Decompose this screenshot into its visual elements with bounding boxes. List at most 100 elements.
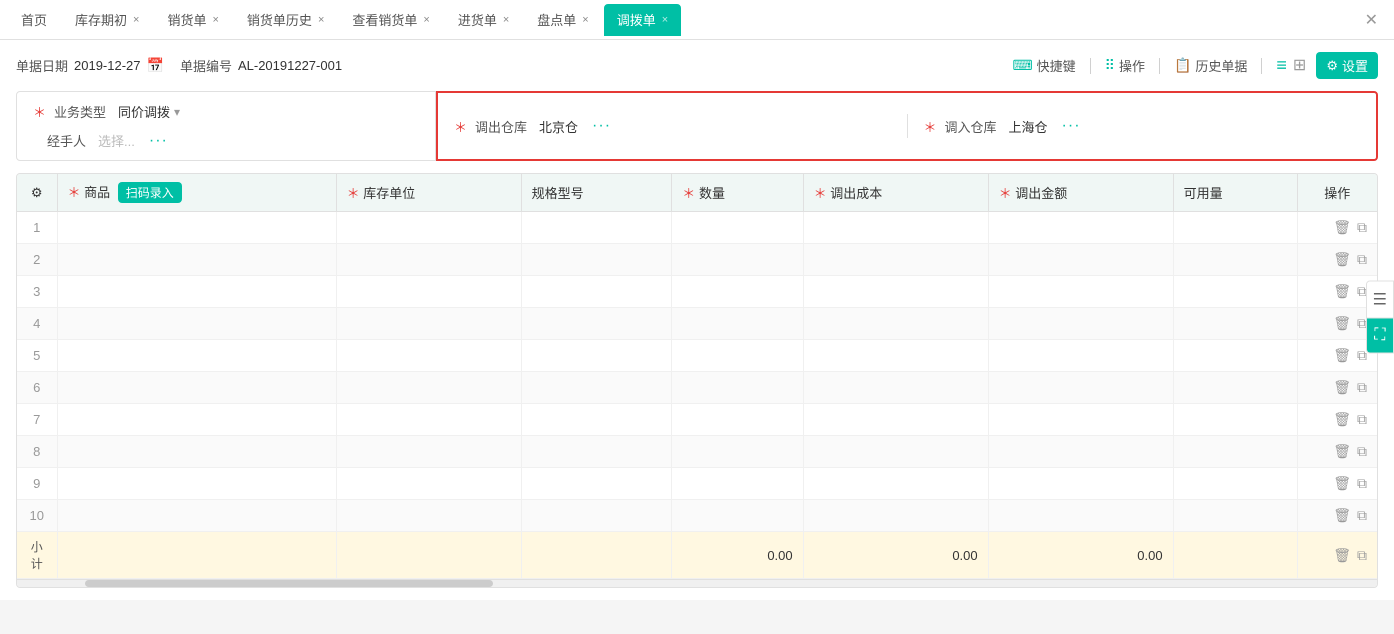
cell-cost[interactable] xyxy=(803,212,988,244)
row-copy-icon[interactable]: ⧉ xyxy=(1357,475,1367,492)
settings-button[interactable]: ⚙ 设置 xyxy=(1316,52,1378,79)
cell-available[interactable] xyxy=(1173,340,1297,372)
shortcuts-action[interactable]: ⌨ 快捷键 xyxy=(1012,56,1075,75)
cell-available[interactable] xyxy=(1173,436,1297,468)
close-tab-sales-history[interactable]: × xyxy=(318,14,324,26)
cell-spec[interactable] xyxy=(521,276,672,308)
cell-quantity[interactable] xyxy=(672,276,803,308)
cell-amount[interactable] xyxy=(988,500,1173,532)
cell-available[interactable] xyxy=(1173,244,1297,276)
cell-product[interactable] xyxy=(57,276,336,308)
cell-product[interactable] xyxy=(57,308,336,340)
cell-quantity[interactable] xyxy=(672,436,803,468)
cell-spec[interactable] xyxy=(521,372,672,404)
cell-product[interactable] xyxy=(57,244,336,276)
tab-view-sales[interactable]: 查看销货单 × xyxy=(339,4,442,36)
row-delete-icon[interactable]: 🗑 xyxy=(1333,379,1351,396)
tab-sales-history[interactable]: 销货单历史 × xyxy=(234,4,337,36)
row-copy-icon[interactable]: ⧉ xyxy=(1357,219,1367,236)
cell-quantity[interactable] xyxy=(672,468,803,500)
tab-sales-order[interactable]: 销货单 × xyxy=(154,4,231,36)
cell-amount[interactable] xyxy=(988,308,1173,340)
cell-product[interactable] xyxy=(57,404,336,436)
cell-product[interactable] xyxy=(57,372,336,404)
person-more-icon[interactable]: ··· xyxy=(149,132,168,150)
cell-unit[interactable] xyxy=(336,244,521,276)
row-delete-icon[interactable]: 🗑 xyxy=(1333,475,1351,492)
cell-cost[interactable] xyxy=(803,276,988,308)
cell-spec[interactable] xyxy=(521,308,672,340)
close-window-icon[interactable]: ✕ xyxy=(1357,6,1386,34)
row-delete-icon[interactable]: 🗑 xyxy=(1333,283,1351,300)
close-tab-purchase[interactable]: × xyxy=(503,14,509,26)
list-view-icon[interactable]: ≡ xyxy=(1276,55,1287,76)
cell-amount[interactable] xyxy=(988,276,1173,308)
cell-cost[interactable] xyxy=(803,436,988,468)
row-copy-icon[interactable]: ⧉ xyxy=(1357,547,1367,564)
cell-cost[interactable] xyxy=(803,340,988,372)
cell-product[interactable] xyxy=(57,340,336,372)
close-tab-stocktake[interactable]: × xyxy=(582,14,588,26)
cell-unit[interactable] xyxy=(336,436,521,468)
operations-action[interactable]: ⠿ 操作 xyxy=(1105,56,1145,75)
scan-button[interactable]: 扫码录入 xyxy=(118,182,182,203)
close-tab-transfer[interactable]: × xyxy=(662,14,668,26)
row-copy-icon[interactable]: ⧉ xyxy=(1357,443,1367,460)
cell-amount[interactable] xyxy=(988,372,1173,404)
cell-cost[interactable] xyxy=(803,308,988,340)
cell-quantity[interactable] xyxy=(672,500,803,532)
cell-unit[interactable] xyxy=(336,276,521,308)
cell-available[interactable] xyxy=(1173,404,1297,436)
cell-amount[interactable] xyxy=(988,436,1173,468)
row-copy-icon[interactable]: ⧉ xyxy=(1357,507,1367,524)
row-delete-icon[interactable]: 🗑 xyxy=(1333,251,1351,268)
business-type-select[interactable]: 同价调拨 ▾ xyxy=(112,102,180,121)
cell-spec[interactable] xyxy=(521,212,672,244)
sidebar-expand-btn[interactable]: ⛶ xyxy=(1367,319,1393,353)
cell-spec[interactable] xyxy=(521,500,672,532)
cell-spec[interactable] xyxy=(521,468,672,500)
row-delete-icon[interactable]: 🗑 xyxy=(1333,315,1351,332)
tab-transfer[interactable]: 调拨单 × xyxy=(604,4,681,36)
cell-unit[interactable] xyxy=(336,500,521,532)
tab-home[interactable]: 首页 xyxy=(8,4,60,36)
row-copy-icon[interactable]: ⧉ xyxy=(1357,251,1367,268)
cell-product[interactable] xyxy=(57,436,336,468)
history-action[interactable]: 📋 历史单据 xyxy=(1174,56,1247,75)
cell-available[interactable] xyxy=(1173,372,1297,404)
row-delete-icon[interactable]: 🗑 xyxy=(1333,507,1351,524)
close-tab-sales-order[interactable]: × xyxy=(212,14,218,26)
cell-available[interactable] xyxy=(1173,212,1297,244)
cell-available[interactable] xyxy=(1173,308,1297,340)
calendar-icon[interactable]: 📅 xyxy=(147,57,164,74)
cell-spec[interactable] xyxy=(521,340,672,372)
cell-amount[interactable] xyxy=(988,212,1173,244)
row-copy-icon[interactable]: ⧉ xyxy=(1357,411,1367,428)
tab-purchase[interactable]: 进货单 × xyxy=(445,4,522,36)
close-tab-inventory-init[interactable]: × xyxy=(133,14,139,26)
cell-quantity[interactable] xyxy=(672,340,803,372)
row-delete-icon[interactable]: 🗑 xyxy=(1333,347,1351,364)
cell-cost[interactable] xyxy=(803,404,988,436)
cell-quantity[interactable] xyxy=(672,212,803,244)
cell-cost[interactable] xyxy=(803,244,988,276)
th-settings[interactable]: ⚙ xyxy=(17,174,57,212)
cell-unit[interactable] xyxy=(336,404,521,436)
row-delete-icon[interactable]: 🗑 xyxy=(1333,219,1351,236)
cell-quantity[interactable] xyxy=(672,372,803,404)
tab-stocktake[interactable]: 盘点单 × xyxy=(524,4,601,36)
person-placeholder[interactable]: 选择... xyxy=(98,131,135,150)
cell-product[interactable] xyxy=(57,500,336,532)
cell-product[interactable] xyxy=(57,212,336,244)
cell-spec[interactable] xyxy=(521,436,672,468)
in-warehouse-more-icon[interactable]: ··· xyxy=(1062,117,1081,135)
cell-available[interactable] xyxy=(1173,500,1297,532)
row-delete-icon[interactable]: 🗑 xyxy=(1333,411,1351,428)
cell-available[interactable] xyxy=(1173,468,1297,500)
cell-unit[interactable] xyxy=(336,372,521,404)
cell-unit[interactable] xyxy=(336,212,521,244)
cell-quantity[interactable] xyxy=(672,308,803,340)
row-copy-icon[interactable]: ⧉ xyxy=(1357,379,1367,396)
cell-unit[interactable] xyxy=(336,308,521,340)
sidebar-list-btn[interactable]: ☰ xyxy=(1367,282,1393,319)
